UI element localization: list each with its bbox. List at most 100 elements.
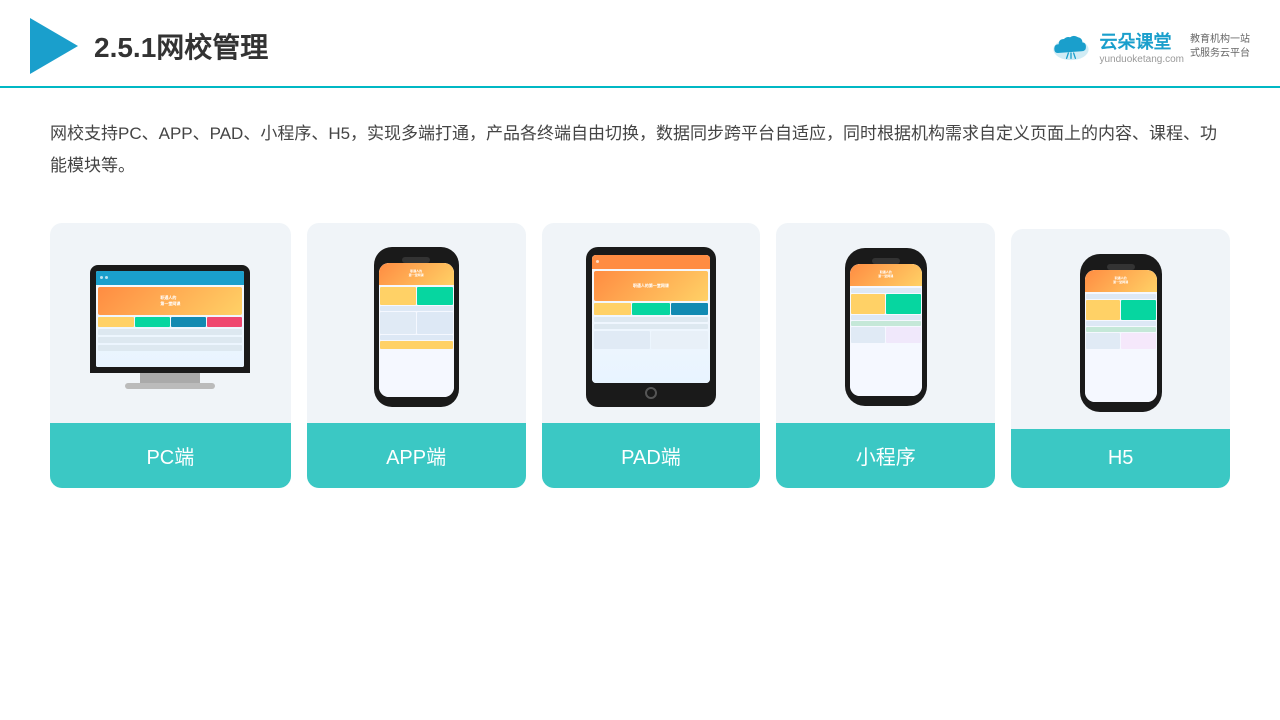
pad-row2 [594,324,708,329]
pad-g4 [594,331,651,349]
card-pc-label: PC端 [50,423,291,488]
h5-phone-screen: 职通人的第一堂网课 [1085,270,1157,402]
pc-screen-grid [98,317,242,327]
grid-item-3 [171,317,206,327]
miniapp-row-1 [851,288,921,293]
h5-phone-notch [1107,264,1135,270]
card-h5-image-area: 职通人的第一堂网课 [1011,229,1230,429]
pc-screen-inner: 职通人的第一堂网课 [96,271,244,367]
h5-phone-mockup: 职通人的第一堂网课 [1080,254,1162,412]
grid-item-2 [135,317,170,327]
app-card-row-2 [380,312,453,334]
pc-screen-outer: 职通人的第一堂网课 [90,265,250,373]
card-h5: 职通人的第一堂网课 [1011,229,1230,488]
pc-screen-content: 职通人的第一堂网课 [96,271,244,367]
miniapp-card-4 [886,327,921,343]
pc-row-1 [98,329,242,335]
pad-g2 [632,303,669,315]
miniapp-card-row-2 [851,327,921,343]
h5-row-2 [1086,321,1156,326]
main-content: 网校支持PC、APP、PAD、小程序、H5，实现多端打通，产品各终端自由切换，数… [0,88,1280,518]
app-card-4 [417,312,453,334]
h5-content-area [1085,292,1157,350]
h5-card-4 [1121,333,1156,349]
pc-banner-text: 职通人的第一堂网课 [160,295,180,307]
pad-screen-content: 职通人的第一堂网课 [592,255,710,383]
grid-item-4 [207,317,242,327]
app-card-3 [380,312,416,334]
pc-mockup: 职通人的第一堂网课 [90,265,250,389]
brand-url: yunduoketang.com [1099,54,1184,65]
h5-top-bar: 职通人的第一堂网课 [1085,270,1157,292]
card-miniapp-label: 小程序 [776,423,995,488]
card-app: 职通人的第一堂网课 [307,223,526,488]
app-top-text: 职通人的第一堂网课 [409,270,424,277]
brand-logo: 云朵课堂 yunduoketang.com 教育机构一站式服务云平台 [1049,28,1250,65]
miniapp-screen-content: 职通人的第一堂网课 [850,264,922,396]
pc-screen-body: 职通人的第一堂网课 [96,285,244,353]
h5-row-1 [1086,294,1156,299]
pad-grid [594,303,708,315]
pad-screen-header [592,255,710,269]
app-card-1 [380,287,416,305]
miniapp-top-bar: 职通人的第一堂网课 [850,264,922,286]
miniapp-phone-screen: 职通人的第一堂网课 [850,264,922,396]
h5-top-text: 职通人的第一堂网课 [1113,277,1128,284]
card-pad: 职通人的第一堂网课 [542,223,761,488]
pad-dot-1 [596,260,599,263]
header-right: 云朵课堂 yunduoketang.com 教育机构一站式服务云平台 [1049,28,1250,65]
app-card-2 [417,287,453,305]
app-phone-mockup: 职通人的第一堂网课 [374,247,459,407]
header-left: 2.5.1网校管理 [30,18,268,74]
card-miniapp-image-area: 职通人的第一堂网课 [776,223,995,423]
h5-card-row-2 [1086,333,1156,349]
screen-dot-2 [105,276,108,279]
miniapp-card-1 [851,294,886,314]
miniapp-card-3 [851,327,886,343]
pc-row-3 [98,345,242,351]
pad-g1 [594,303,631,315]
h5-card-1 [1086,300,1121,320]
app-content-area [379,285,454,350]
card-pad-label: PAD端 [542,423,761,488]
brand-slogan: 教育机构一站式服务云平台 [1190,33,1250,61]
card-pc-image-area: 职通人的第一堂网课 [50,223,291,423]
logo-triangle-icon [30,18,78,74]
miniapp-content-area [850,286,922,344]
pad-banner: 职通人的第一堂网课 [594,271,708,301]
h5-row-3 [1086,327,1156,332]
card-miniapp: 职通人的第一堂网课 [776,223,995,488]
card-app-image-area: 职通人的第一堂网课 [307,223,526,423]
pad-grid2 [594,331,708,349]
card-app-label: APP端 [307,423,526,488]
miniapp-phone-notch [872,258,900,264]
pad-tablet-mockup: 职通人的第一堂网课 [586,247,716,407]
pc-stand [140,373,200,383]
app-screen-content: 职通人的第一堂网课 [379,263,454,397]
app-row-1 [380,306,453,311]
platform-cards-row: 职通人的第一堂网课 [50,223,1230,488]
h5-card-3 [1086,333,1121,349]
pc-screen-banner: 职通人的第一堂网课 [98,287,242,315]
cloud-icon [1049,30,1093,62]
app-row-3 [380,341,453,349]
app-card-row-1 [380,287,453,305]
app-top-bar: 职通人的第一堂网课 [379,263,454,285]
miniapp-row-3 [851,321,921,326]
tablet-home-button [645,387,657,399]
miniapp-top-text: 职通人的第一堂网课 [878,271,893,278]
miniapp-card-row-1 [851,294,921,314]
grid-item-1 [98,317,133,327]
miniapp-phone-mockup: 职通人的第一堂网课 [845,248,927,406]
app-row-2 [380,335,453,340]
miniapp-row-2 [851,315,921,320]
h5-card-row-1 [1086,300,1156,320]
app-phone-notch [402,257,430,263]
pad-banner-text: 职通人的第一堂网课 [633,283,669,289]
pad-content-area: 职通人的第一堂网课 [592,269,710,351]
pad-row1 [594,317,708,322]
pad-tablet-screen: 职通人的第一堂网课 [592,255,710,383]
h5-card-2 [1121,300,1156,320]
app-phone-screen: 职通人的第一堂网课 [379,263,454,397]
brand-name: 云朵课堂 [1099,28,1184,54]
